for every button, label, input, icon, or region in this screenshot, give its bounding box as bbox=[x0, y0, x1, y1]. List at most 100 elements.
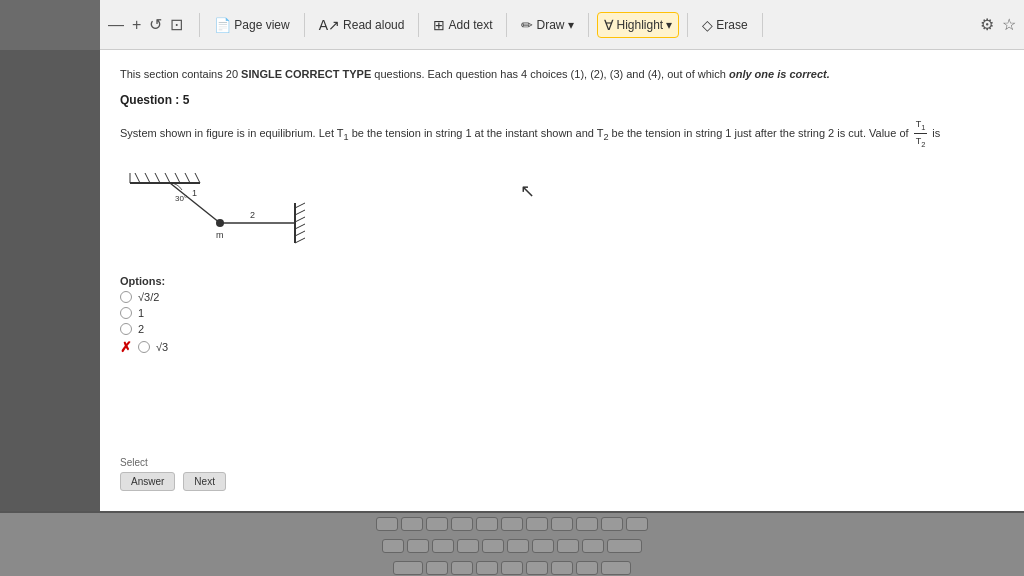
laptop-left-panel bbox=[0, 50, 100, 511]
option-b-label: 1 bbox=[138, 307, 144, 319]
add-text-icon: ⊞ bbox=[433, 17, 445, 33]
option-d-label: √3 bbox=[156, 341, 168, 353]
physics-diagram: 1 m 2 30° bbox=[120, 163, 360, 263]
draw-button[interactable]: ✏ Draw ▾ bbox=[515, 13, 579, 37]
key-q bbox=[376, 517, 398, 531]
share-icon[interactable]: ☆ bbox=[1002, 15, 1016, 34]
key-p bbox=[601, 517, 623, 531]
draw-icon: ✏ bbox=[521, 17, 533, 33]
undo-button[interactable]: ↺ bbox=[149, 15, 162, 34]
key-i bbox=[551, 517, 573, 531]
navigation-area: Select Answer Next bbox=[120, 457, 226, 491]
svg-line-3 bbox=[145, 173, 150, 183]
add-text-button[interactable]: ⊞ Add text bbox=[427, 13, 498, 37]
svg-line-2 bbox=[135, 173, 140, 183]
svg-line-8 bbox=[195, 173, 200, 183]
option-c[interactable]: 2 bbox=[120, 323, 1004, 335]
label-button[interactable]: ⊡ bbox=[170, 15, 183, 34]
option-d-radio[interactable] bbox=[138, 341, 150, 353]
key-k bbox=[557, 539, 579, 553]
window-controls: — + ↺ ⊡ bbox=[108, 15, 183, 34]
page-view-button[interactable]: 📄 Page view bbox=[208, 13, 295, 37]
key-h bbox=[507, 539, 529, 553]
svg-line-16 bbox=[295, 231, 305, 236]
string2-label: 2 bbox=[250, 210, 255, 220]
svg-line-7 bbox=[185, 173, 190, 183]
select-label: Select bbox=[120, 457, 226, 468]
nav-buttons: Answer Next bbox=[120, 472, 226, 491]
wrong-mark: ✗ bbox=[120, 339, 132, 355]
separator-1 bbox=[199, 13, 200, 37]
read-aloud-button[interactable]: A↗ Read aloud bbox=[313, 13, 411, 37]
erase-label: Erase bbox=[716, 18, 747, 32]
svg-line-4 bbox=[155, 173, 160, 183]
key-o bbox=[576, 517, 598, 531]
option-a[interactable]: √3/2 bbox=[120, 291, 1004, 303]
options-label: Options: bbox=[120, 275, 1004, 287]
key-g bbox=[482, 539, 504, 553]
separator-5 bbox=[588, 13, 589, 37]
key-bk bbox=[626, 517, 648, 531]
answer-button[interactable]: Answer bbox=[120, 472, 175, 491]
svg-line-5 bbox=[165, 173, 170, 183]
content-area: This section contains 20 SINGLE CORRECT … bbox=[100, 50, 1024, 511]
option-b-radio[interactable] bbox=[120, 307, 132, 319]
highlight-button[interactable]: ∀ Highlight ▾ bbox=[597, 12, 680, 38]
key-y bbox=[501, 517, 523, 531]
option-a-radio[interactable] bbox=[120, 291, 132, 303]
key-s bbox=[407, 539, 429, 553]
keyboard-row-2 bbox=[0, 535, 1024, 557]
key-j bbox=[532, 539, 554, 553]
key-e bbox=[426, 517, 448, 531]
svg-line-14 bbox=[295, 217, 305, 222]
highlight-icon: ∀ bbox=[604, 17, 614, 33]
settings-icon[interactable]: ⚙ bbox=[980, 15, 994, 34]
string1-label: 1 bbox=[192, 188, 197, 198]
key-w bbox=[401, 517, 423, 531]
fraction-t1-t2: T1 T2 bbox=[914, 117, 928, 152]
add-text-label: Add text bbox=[448, 18, 492, 32]
option-a-label: √3/2 bbox=[138, 291, 159, 303]
diagram-svg: 1 m 2 30° bbox=[120, 163, 360, 263]
minimize-button[interactable]: — bbox=[108, 16, 124, 34]
separator-6 bbox=[687, 13, 688, 37]
draw-chevron: ▾ bbox=[568, 18, 574, 32]
option-c-radio[interactable] bbox=[120, 323, 132, 335]
question-text: System shown in figure is in equilibrium… bbox=[120, 117, 1004, 152]
highlight-label: Highlight bbox=[617, 18, 664, 32]
key-n bbox=[551, 561, 573, 575]
page-view-icon: 📄 bbox=[214, 17, 231, 33]
key-f bbox=[457, 539, 479, 553]
svg-line-17 bbox=[295, 238, 305, 243]
keyboard-row-1 bbox=[0, 513, 1024, 535]
fraction-numerator: T1 bbox=[914, 117, 928, 135]
key-v bbox=[501, 561, 523, 575]
key-r bbox=[451, 517, 473, 531]
highlight-chevron: ▾ bbox=[666, 18, 672, 32]
question-number: Question : 5 bbox=[120, 93, 1004, 107]
add-button[interactable]: + bbox=[132, 16, 141, 34]
options-list: √3/2 1 2 ✗ √3 bbox=[120, 291, 1004, 355]
key-d bbox=[432, 539, 454, 553]
fraction-denominator: T2 bbox=[914, 134, 928, 151]
key-z bbox=[426, 561, 448, 575]
key-m bbox=[576, 561, 598, 575]
draw-label: Draw bbox=[536, 18, 564, 32]
option-d[interactable]: ✗ √3 bbox=[120, 339, 1004, 355]
page-view-label: Page view bbox=[234, 18, 289, 32]
keyboard-row-3 bbox=[0, 557, 1024, 576]
read-aloud-label: Read aloud bbox=[343, 18, 404, 32]
read-aloud-icon: A↗ bbox=[319, 17, 340, 33]
erase-icon: ◇ bbox=[702, 17, 713, 33]
key-t bbox=[476, 517, 498, 531]
svg-line-13 bbox=[295, 210, 305, 215]
key-u bbox=[526, 517, 548, 531]
key-l bbox=[582, 539, 604, 553]
option-b[interactable]: 1 bbox=[120, 307, 1004, 319]
next-button[interactable]: Next bbox=[183, 472, 226, 491]
svg-line-12 bbox=[295, 203, 305, 208]
section-header: This section contains 20 SINGLE CORRECT … bbox=[120, 66, 1004, 83]
key-x bbox=[451, 561, 473, 575]
erase-button[interactable]: ◇ Erase bbox=[696, 13, 753, 37]
separator-4 bbox=[506, 13, 507, 37]
